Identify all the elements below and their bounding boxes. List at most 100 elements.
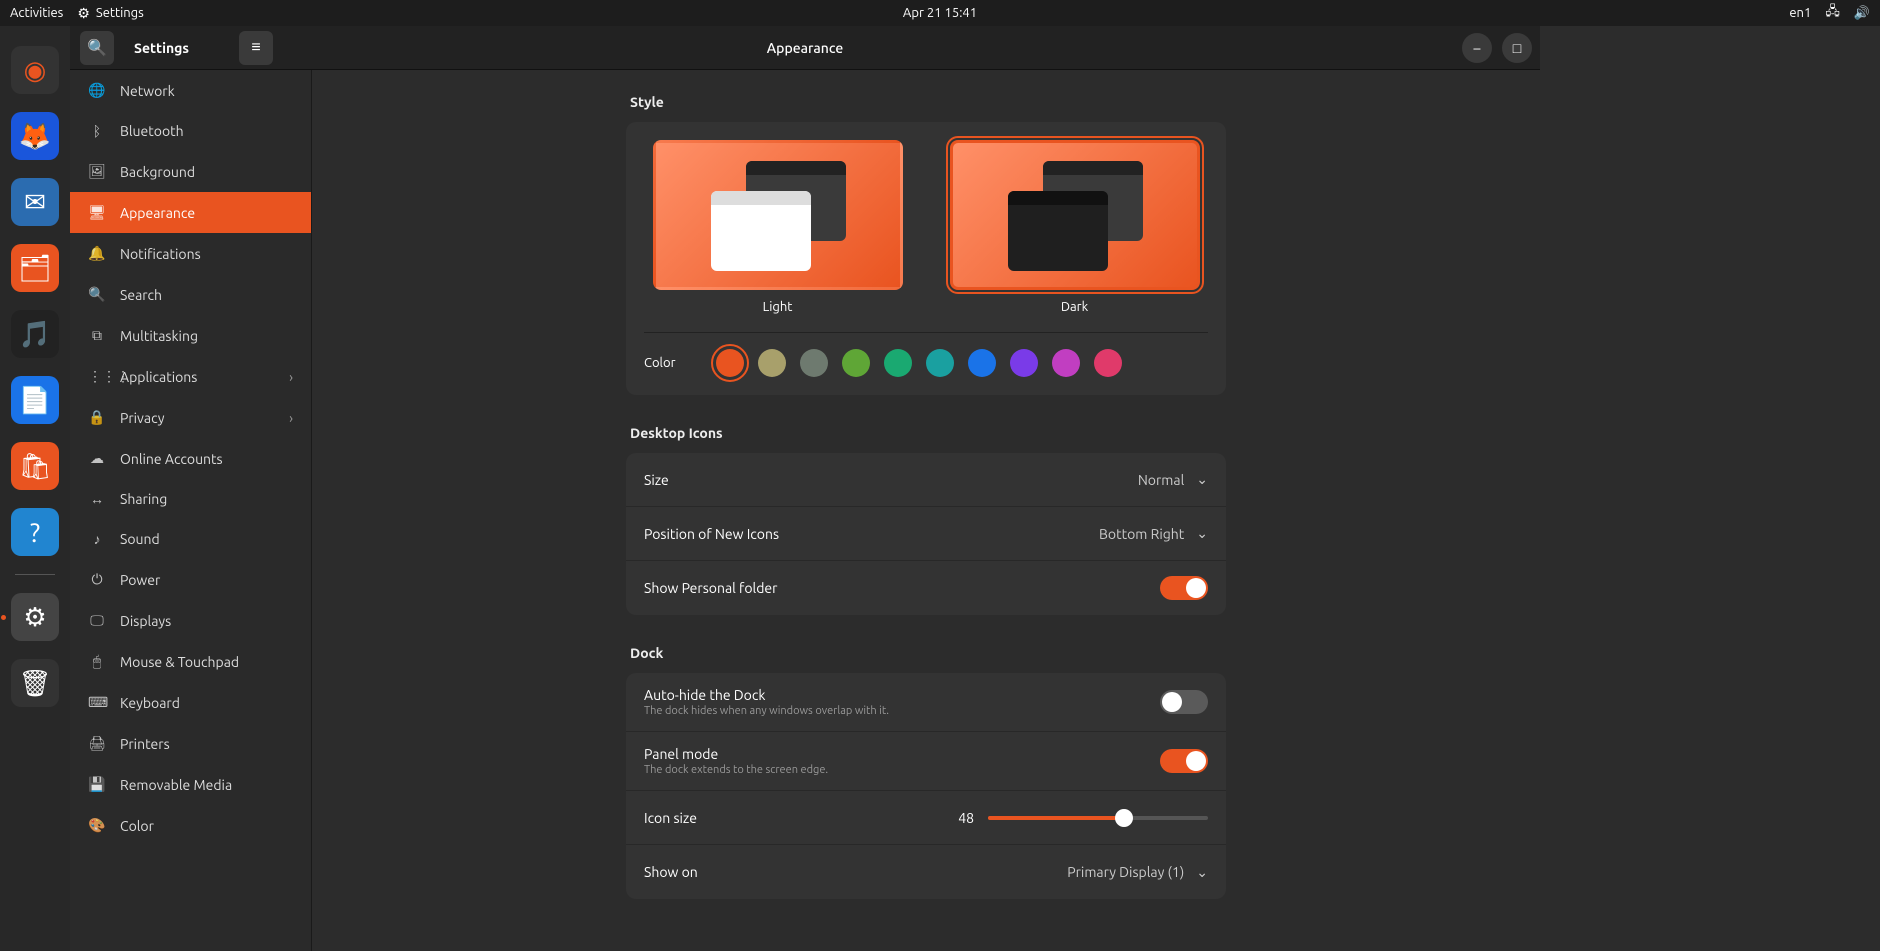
theme-dark-option[interactable]: Dark: [941, 140, 1208, 314]
dock-divider: [15, 574, 55, 575]
sidebar-item-label: Appearance: [120, 205, 195, 221]
search-icon: 🔍: [88, 286, 106, 303]
dock-item-help[interactable]: ?: [11, 508, 59, 556]
sidebar-item-label: Notifications: [120, 246, 201, 262]
sidebar-item-removable-media[interactable]: 💾Removable Media: [70, 764, 311, 805]
maximize-button[interactable]: □: [1502, 33, 1532, 63]
titlebar: 🔍 Settings ≡ Appearance – □: [70, 26, 1540, 70]
sidebar-item-sound[interactable]: ♪Sound: [70, 519, 311, 559]
icon-size-label: Size: [644, 472, 669, 488]
theme-dark-label: Dark: [1061, 300, 1088, 314]
mouse-touchpad-icon: 🖱: [88, 653, 106, 670]
sidebar-item-notifications[interactable]: 🔔Notifications: [70, 233, 311, 274]
sidebar-item-color[interactable]: 🎨Color: [70, 805, 311, 846]
sidebar-item-sharing[interactable]: ↔Sharing: [70, 479, 311, 519]
sidebar-item-label: Applications: [120, 369, 197, 385]
dock-item-trash[interactable]: 🗑: [11, 659, 59, 707]
sidebar-item-multitasking[interactable]: ⧉Multitasking: [70, 315, 311, 356]
sidebar-item-privacy[interactable]: 🔒 Privacy ›: [70, 397, 311, 438]
accent-color-swatch[interactable]: [842, 349, 870, 377]
theme-light-preview: [653, 140, 903, 290]
show-personal-folder-label: Show Personal folder: [644, 580, 777, 596]
applications-icon: ⋮⋮⋮: [88, 368, 106, 385]
sidebar-item-displays[interactable]: 🖵Displays: [70, 600, 311, 641]
autohide-toggle[interactable]: [1160, 690, 1208, 714]
sidebar-item-search[interactable]: 🔍Search: [70, 274, 311, 315]
sidebar-item-appearance[interactable]: 🖥Appearance: [70, 192, 311, 233]
accent-color-swatch[interactable]: [1052, 349, 1080, 377]
accent-color-swatch[interactable]: [926, 349, 954, 377]
sidebar-item-online-accounts[interactable]: ☁ Online Accounts: [70, 438, 311, 479]
autohide-desc: The dock hides when any windows overlap …: [644, 705, 889, 717]
accent-color-swatch[interactable]: [800, 349, 828, 377]
accent-color-swatch[interactable]: [884, 349, 912, 377]
sidebar-item-printers[interactable]: 🖨Printers: [70, 723, 311, 764]
show-on-row[interactable]: Show on Primary Display (1): [626, 845, 1226, 899]
gear-icon: [77, 5, 90, 22]
accent-color-swatch[interactable]: [758, 349, 786, 377]
dock-item-libreoffice-writer[interactable]: 📄: [11, 376, 59, 424]
dock-section-title: Dock: [630, 645, 1226, 661]
chevron-down-icon: [1192, 471, 1208, 488]
activities-button[interactable]: Activities: [10, 6, 63, 20]
sidebar-item-applications[interactable]: ⋮⋮⋮ Applications ›: [70, 356, 311, 397]
sidebar-item-background[interactable]: 🖼Background: [70, 151, 311, 192]
dock-item-settings[interactable]: ⚙: [11, 593, 59, 641]
dock-item-firefox[interactable]: 🦊: [11, 112, 59, 160]
sidebar-title: Settings: [134, 40, 189, 56]
sidebar-item-mouse-touchpad[interactable]: 🖱Mouse & Touchpad: [70, 641, 311, 682]
autohide-row: Auto-hide the Dock The dock hides when a…: [626, 673, 1226, 732]
network-icon[interactable]: [1825, 2, 1840, 24]
sidebar-item-network[interactable]: 🌐Network: [70, 70, 311, 111]
printers-icon: 🖨: [88, 735, 106, 752]
desktop-icons-section-title: Desktop Icons: [630, 425, 1226, 441]
chevron-right-icon: ›: [289, 369, 293, 385]
accent-color-swatch[interactable]: [716, 349, 744, 377]
theme-light-option[interactable]: Light: [644, 140, 911, 314]
online-accounts-icon: ☁: [88, 450, 106, 467]
chevron-right-icon: ›: [289, 410, 293, 426]
dock: ◉ 🦊 ✉ 🗂 🎵 📄 🛍? ⚙ 🗑: [0, 26, 70, 951]
accent-color-label: Color: [644, 356, 694, 370]
keyboard-layout-indicator[interactable]: en1: [1789, 6, 1811, 20]
show-on-value: Primary Display (1): [1067, 864, 1184, 880]
sidebar-item-label: Sharing: [120, 491, 167, 507]
dock-item-files[interactable]: 🗂: [11, 244, 59, 292]
sidebar-item-label: Privacy: [120, 410, 164, 426]
dock-item-thunderbird[interactable]: ✉: [11, 178, 59, 226]
dock-item-software[interactable]: 🛍: [11, 442, 59, 490]
dock-item-rhythmbox[interactable]: 🎵: [11, 310, 59, 358]
hamburger-menu-button[interactable]: ≡: [239, 31, 273, 65]
volume-icon[interactable]: [1854, 6, 1870, 21]
sound-icon: ♪: [88, 531, 106, 547]
privacy-icon: 🔒: [88, 409, 106, 426]
color-icon: 🎨: [88, 817, 106, 834]
topbar-app-menu[interactable]: Settings: [77, 5, 143, 22]
style-section-title: Style: [630, 94, 1226, 110]
dock-icon-size-slider[interactable]: [988, 816, 1208, 820]
icon-size-slider-row: Icon size 48: [626, 791, 1226, 845]
icon-size-row[interactable]: Size Normal: [626, 453, 1226, 507]
minimize-button[interactable]: –: [1462, 33, 1492, 63]
top-bar: Activities Settings Apr 21 15:41 en1: [0, 0, 1880, 26]
settings-window: 🔍 Settings ≡ Appearance – □ 🌐NetworkᛒBlu…: [70, 26, 1540, 951]
accent-color-swatch[interactable]: [1094, 349, 1122, 377]
topbar-clock[interactable]: Apr 21 15:41: [903, 6, 977, 20]
panel-mode-toggle[interactable]: [1160, 749, 1208, 773]
new-icon-position-row[interactable]: Position of New Icons Bottom Right: [626, 507, 1226, 561]
chevron-down-icon: [1192, 525, 1208, 542]
search-button[interactable]: 🔍: [80, 31, 114, 65]
page-title: Appearance: [767, 40, 844, 56]
accent-color-swatches: [716, 349, 1122, 377]
show-personal-folder-toggle[interactable]: [1160, 576, 1208, 600]
dock-item-ubuntu-logo[interactable]: ◉: [11, 46, 59, 94]
accent-color-swatch[interactable]: [968, 349, 996, 377]
sidebar-item-label: Online Accounts: [120, 451, 223, 467]
dock-icon-size-value: 48: [958, 810, 974, 826]
sidebar-item-power[interactable]: ⏻Power: [70, 559, 311, 600]
accent-color-swatch[interactable]: [1010, 349, 1038, 377]
autohide-label: Auto-hide the Dock: [644, 687, 889, 703]
sidebar-item-label: Background: [120, 164, 195, 180]
sidebar-item-bluetooth[interactable]: ᛒBluetooth: [70, 111, 311, 151]
sidebar-item-keyboard[interactable]: ⌨Keyboard: [70, 682, 311, 723]
